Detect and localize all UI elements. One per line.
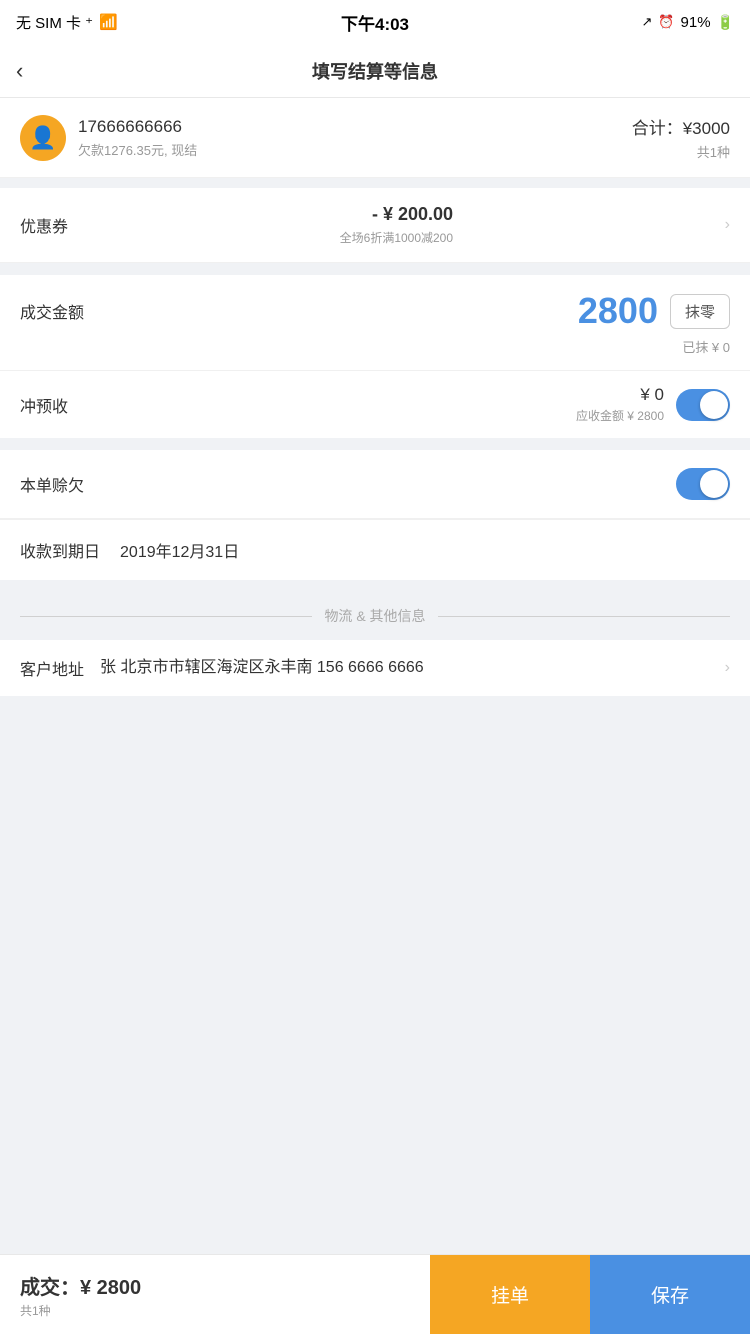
main-content: 👤 17666666666 欠款1276.35元, 现结 合计：¥3000 共1…	[0, 98, 750, 896]
deal-amount-right: 2800 抹零	[578, 293, 730, 329]
battery-label: 91%	[681, 14, 711, 31]
avatar: 👤	[20, 115, 66, 161]
debt-row: 本单赊欠	[0, 450, 750, 519]
hold-button[interactable]: 挂单	[430, 1255, 590, 1334]
address-row[interactable]: 客户地址 张 北京市市辖区海淀区永丰南 156 6666 6666 ›	[0, 640, 750, 696]
customer-right: 合计：¥3000 共1种	[632, 114, 730, 161]
prepaid-toggle[interactable]	[676, 389, 730, 421]
customer-phone: 17666666666	[78, 117, 197, 137]
deal-label: 成交金额	[20, 299, 84, 323]
prepaid-toggle-knob	[700, 391, 728, 419]
coupon-row[interactable]: 优惠券 - ¥ 200.00 全场6折满1000减200 ›	[0, 188, 750, 263]
separator-3	[0, 580, 750, 592]
debt-label: 本单赊欠	[20, 472, 84, 496]
coupon-label: 优惠券	[20, 213, 68, 237]
logistics-line-left	[20, 616, 312, 617]
date-label: 收款到期日	[20, 538, 100, 562]
separator-1	[0, 263, 750, 275]
prepaid-sub: 应收金额 ¥ 2800	[576, 407, 664, 424]
total-count: 共1种	[632, 142, 730, 161]
customer-debt: 欠款1276.35元, 现结	[78, 140, 197, 159]
separator-2	[0, 438, 750, 450]
no-sim-label: 无 SIM 卡 ⁺	[16, 12, 93, 33]
status-right: ↗ ⏰ 91% 🔋	[641, 14, 734, 31]
deal-amount-row: 成交金额 2800 抹零	[0, 275, 750, 337]
battery-icon: 🔋	[717, 14, 734, 31]
total-amount: 合计：¥3000	[632, 114, 730, 139]
location-icon: ↗	[641, 14, 652, 30]
logistics-divider: 物流 & 其他信息	[0, 592, 750, 640]
customer-info: 17666666666 欠款1276.35元, 现结	[78, 117, 197, 159]
time-display: 下午4:03	[341, 10, 409, 35]
round-button[interactable]: 抹零	[670, 294, 730, 329]
coupon-desc: 全场6折满1000减200	[340, 229, 453, 246]
bottom-gray-space	[0, 696, 750, 816]
bottom-deal-amount: ¥ 2800	[80, 1277, 141, 1299]
wifi-icon: 📶	[99, 13, 118, 31]
alarm-icon: ⏰	[658, 14, 674, 30]
date-value: 2019年12月31日	[120, 538, 239, 562]
save-button[interactable]: 保存	[590, 1255, 750, 1334]
date-row: 收款到期日 2019年12月31日	[0, 519, 750, 580]
deal-section: 成交金额 2800 抹零 已抹 ¥ 0 冲预收 ¥ 0 应收金额 ¥ 2800	[0, 275, 750, 438]
customer-left: 👤 17666666666 欠款1276.35元, 现结	[20, 115, 197, 161]
bottom-bar: 成交：¥ 2800 共1种 挂单 保存	[0, 1254, 750, 1334]
address-label: 客户地址	[20, 656, 90, 680]
address-value: 张 北京市市辖区海淀区永丰南 156 6666 6666	[100, 656, 715, 680]
prepaid-amount: ¥ 0	[576, 385, 664, 405]
prepaid-label: 冲预收	[20, 393, 68, 417]
logistics-line-right	[438, 616, 730, 617]
debt-toggle[interactable]	[676, 468, 730, 500]
page-header: ‹ 填写结算等信息	[0, 44, 750, 98]
bottom-info: 成交：¥ 2800 共1种	[0, 1255, 430, 1334]
customer-card: 👤 17666666666 欠款1276.35元, 现结 合计：¥3000 共1…	[0, 98, 750, 178]
bottom-count: 共1种	[20, 1302, 410, 1319]
deal-sub: 已抹 ¥ 0	[0, 337, 750, 370]
logistics-text: 物流 & 其他信息	[312, 606, 437, 626]
coupon-discount: - ¥ 200.00	[372, 204, 453, 225]
page-title: 填写结算等信息	[312, 58, 438, 84]
back-button[interactable]: ‹	[16, 58, 23, 84]
coupon-chevron-icon: ›	[725, 216, 730, 234]
bottom-total: 成交：¥ 2800	[20, 1271, 410, 1300]
prepaid-amount-block: ¥ 0 应收金额 ¥ 2800	[576, 385, 664, 424]
debt-toggle-knob	[700, 470, 728, 498]
prepaid-right: ¥ 0 应收金额 ¥ 2800	[576, 385, 730, 424]
prepaid-row: 冲预收 ¥ 0 应收金额 ¥ 2800	[0, 370, 750, 438]
bottom-deal-label: 成交：	[20, 1277, 80, 1299]
deal-value: 2800	[578, 293, 658, 329]
status-left: 无 SIM 卡 ⁺ 📶	[16, 12, 118, 33]
status-bar: 无 SIM 卡 ⁺ 📶 下午4:03 ↗ ⏰ 91% 🔋	[0, 0, 750, 44]
address-chevron-icon: ›	[725, 659, 730, 677]
